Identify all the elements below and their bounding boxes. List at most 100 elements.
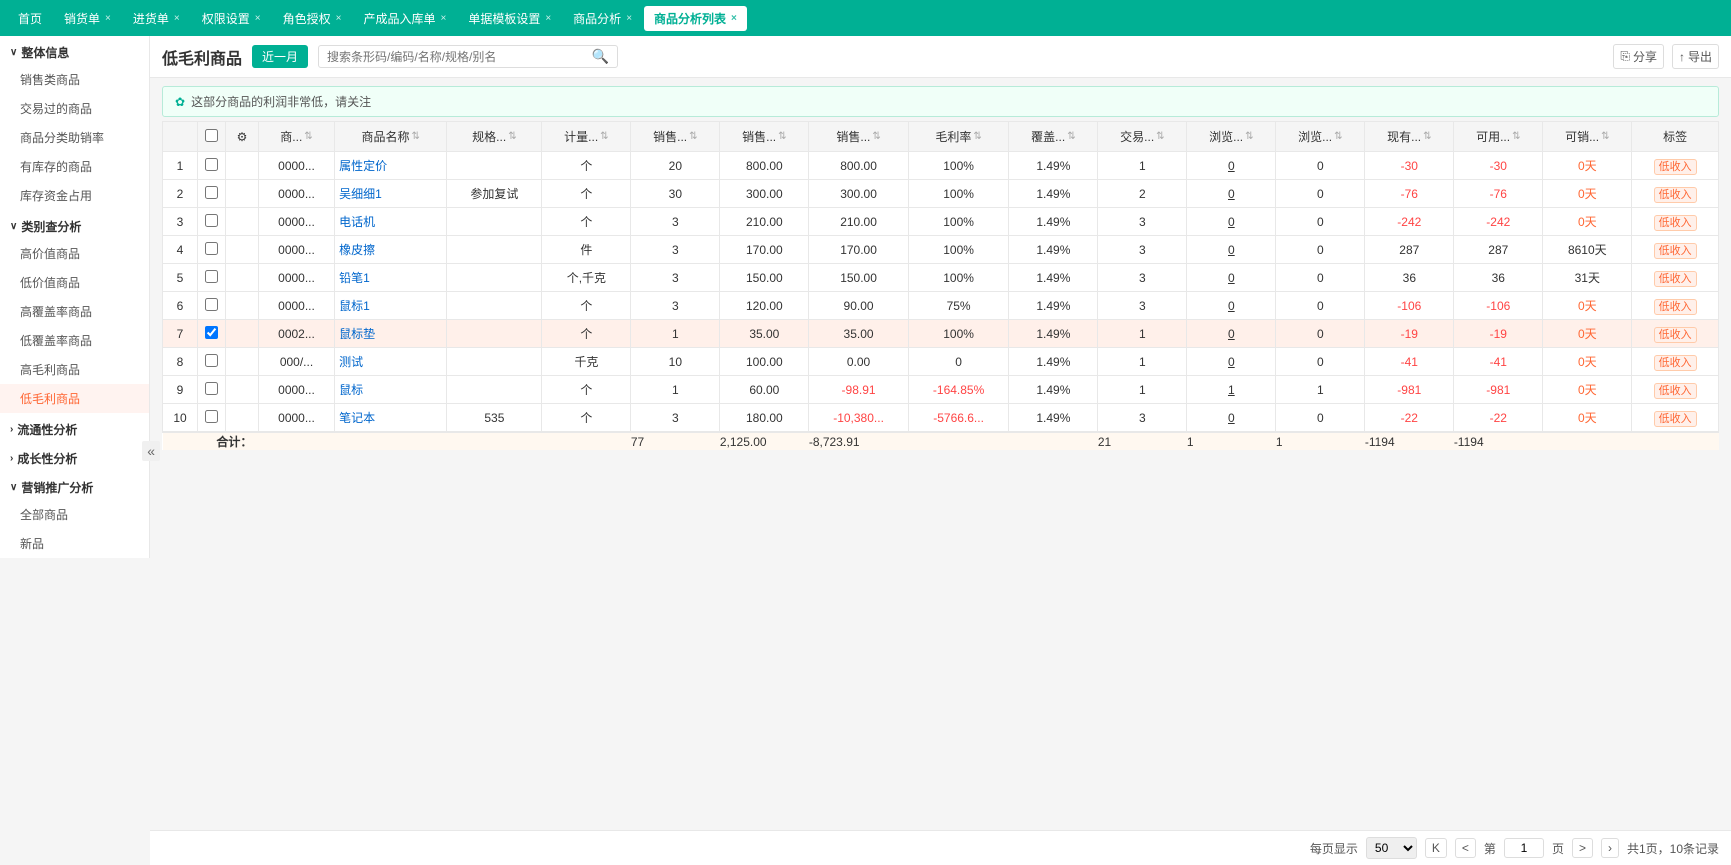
nav-permission-settings[interactable]: 权限设置 ×	[192, 6, 271, 31]
sidebar-item-high-coverage[interactable]: 高覆盖率商品	[0, 297, 149, 326]
cell-browse1[interactable]: 0	[1187, 348, 1276, 376]
cell-browse1[interactable]: 1	[1187, 376, 1276, 404]
row-checkbox[interactable]	[205, 270, 218, 283]
th-current-stock[interactable]: 现有... ⇅	[1365, 122, 1454, 152]
th-code[interactable]: 商... ⇅	[258, 122, 334, 152]
cell-browse1[interactable]: 0	[1187, 180, 1276, 208]
cell-name[interactable]: 鼠标	[335, 376, 447, 404]
row-checkbox[interactable]	[205, 326, 218, 339]
cell-name[interactable]: 属性定价	[335, 152, 447, 180]
nav-purchase-order[interactable]: 进货单 ×	[123, 6, 190, 31]
select-all-checkbox[interactable]	[205, 129, 218, 142]
cell-name[interactable]: 测试	[335, 348, 447, 376]
close-list-icon[interactable]: ×	[731, 13, 737, 24]
cell-name[interactable]: 铅笔1	[335, 264, 447, 292]
page-next-button[interactable]: >	[1572, 838, 1593, 858]
nav-sales-order[interactable]: 销货单 ×	[54, 6, 121, 31]
sidebar-group-circulation[interactable]: › 流通性分析	[0, 413, 149, 442]
sidebar-item-stock-capital[interactable]: 库存资金占用	[0, 181, 149, 210]
search-input[interactable]	[327, 50, 592, 64]
row-checkbox[interactable]	[205, 158, 218, 171]
cell-browse1[interactable]: 0	[1187, 236, 1276, 264]
row-checkbox[interactable]	[205, 354, 218, 367]
close-permission-icon[interactable]: ×	[255, 13, 261, 24]
cell-check[interactable]	[198, 236, 226, 264]
sidebar-item-low-value[interactable]: 低价值商品	[0, 268, 149, 297]
close-analysis-icon[interactable]: ×	[626, 13, 632, 24]
cell-browse1[interactable]: 0	[1187, 264, 1276, 292]
page-first-button[interactable]: K	[1425, 838, 1447, 858]
cell-browse1[interactable]: 0	[1187, 292, 1276, 320]
cell-check[interactable]	[198, 404, 226, 433]
nav-product-analysis-list[interactable]: 商品分析列表 ×	[644, 6, 747, 31]
row-checkbox[interactable]	[205, 298, 218, 311]
sidebar-item-has-stock[interactable]: 有库存的商品	[0, 152, 149, 181]
th-gross-rate[interactable]: 毛利率 ⇅	[908, 122, 1009, 152]
cell-check[interactable]	[198, 320, 226, 348]
row-checkbox[interactable]	[205, 382, 218, 395]
sidebar-item-new-products[interactable]: 新品	[0, 529, 149, 558]
cell-browse1[interactable]: 0	[1187, 404, 1276, 433]
close-sales-icon[interactable]: ×	[105, 13, 111, 24]
cell-check[interactable]	[198, 376, 226, 404]
sidebar-item-traded-products[interactable]: 交易过的商品	[0, 94, 149, 123]
cell-name[interactable]: 吴细细1	[335, 180, 447, 208]
cell-check[interactable]	[198, 208, 226, 236]
th-coverage[interactable]: 覆盖... ⇅	[1009, 122, 1098, 152]
search-box[interactable]: 🔍	[318, 45, 618, 68]
th-sales-qty[interactable]: 销售... ⇅	[631, 122, 720, 152]
close-template-icon[interactable]: ×	[545, 13, 551, 24]
cell-name[interactable]: 笔记本	[335, 404, 447, 433]
page-prev-button[interactable]: <	[1455, 838, 1476, 858]
nav-role-auth[interactable]: 角色授权 ×	[273, 6, 352, 31]
th-unit[interactable]: 计量... ⇅	[542, 122, 631, 152]
th-sales-profit[interactable]: 销售... ⇅	[809, 122, 908, 152]
nav-home[interactable]: 首页	[8, 6, 52, 31]
cell-check[interactable]	[198, 152, 226, 180]
sidebar-item-low-margin[interactable]: 低毛利商品	[0, 384, 149, 413]
sidebar-item-sales-products[interactable]: 销售类商品	[0, 65, 149, 94]
sidebar-item-all-products[interactable]: 全部商品	[0, 500, 149, 529]
page-number-input[interactable]	[1504, 838, 1544, 858]
th-sales-price[interactable]: 销售... ⇅	[720, 122, 809, 152]
th-sellable[interactable]: 可销... ⇅	[1543, 122, 1632, 152]
search-icon[interactable]: 🔍	[592, 48, 609, 65]
nav-template-settings[interactable]: 单据模板设置 ×	[458, 6, 561, 31]
row-checkbox[interactable]	[205, 242, 218, 255]
sidebar-group-growth[interactable]: › 成长性分析	[0, 442, 149, 471]
sidebar-group-marketing[interactable]: ∨ 营销推广分析	[0, 471, 149, 500]
close-purchase-icon[interactable]: ×	[174, 13, 180, 24]
table-wrapper[interactable]: ⚙ 商... ⇅ 商品名称 ⇅	[162, 121, 1719, 830]
th-name[interactable]: 商品名称 ⇅	[335, 122, 447, 152]
cell-check[interactable]	[198, 264, 226, 292]
time-filter-button[interactable]: 近一月	[252, 45, 308, 68]
row-checkbox[interactable]	[205, 186, 218, 199]
sidebar-collapse-button[interactable]: «	[142, 441, 160, 461]
th-transactions[interactable]: 交易... ⇅	[1098, 122, 1187, 152]
th-spec[interactable]: 规格... ⇅	[447, 122, 542, 152]
cell-check[interactable]	[198, 348, 226, 376]
page-last-button[interactable]: ›	[1601, 838, 1619, 858]
cell-browse1[interactable]: 0	[1187, 208, 1276, 236]
cell-browse1[interactable]: 0	[1187, 152, 1276, 180]
per-page-select[interactable]: 50 100 200	[1366, 837, 1417, 859]
row-checkbox[interactable]	[205, 214, 218, 227]
settings-icon[interactable]: ⚙	[237, 130, 248, 144]
share-button[interactable]: ⎘ 分享	[1613, 44, 1664, 69]
cell-name[interactable]: 橡皮擦	[335, 236, 447, 264]
sidebar-group-category-analysis[interactable]: ∨ 类别查分析	[0, 210, 149, 239]
cell-check[interactable]	[198, 180, 226, 208]
sidebar-item-category-rate[interactable]: 商品分类助销率	[0, 123, 149, 152]
th-browse1[interactable]: 浏览... ⇅	[1187, 122, 1276, 152]
close-warehousing-icon[interactable]: ×	[440, 13, 446, 24]
nav-product-analysis[interactable]: 商品分析 ×	[563, 6, 642, 31]
cell-name[interactable]: 电话机	[335, 208, 447, 236]
nav-product-warehousing[interactable]: 产成品入库单 ×	[353, 6, 456, 31]
cell-check[interactable]	[198, 292, 226, 320]
cell-name[interactable]: 鼠标1	[335, 292, 447, 320]
cell-name[interactable]: 鼠标垫	[335, 320, 447, 348]
cell-browse1[interactable]: 0	[1187, 320, 1276, 348]
export-button[interactable]: ↑ 导出	[1672, 44, 1719, 69]
row-checkbox[interactable]	[205, 410, 218, 423]
sidebar-item-low-coverage[interactable]: 低覆盖率商品	[0, 326, 149, 355]
